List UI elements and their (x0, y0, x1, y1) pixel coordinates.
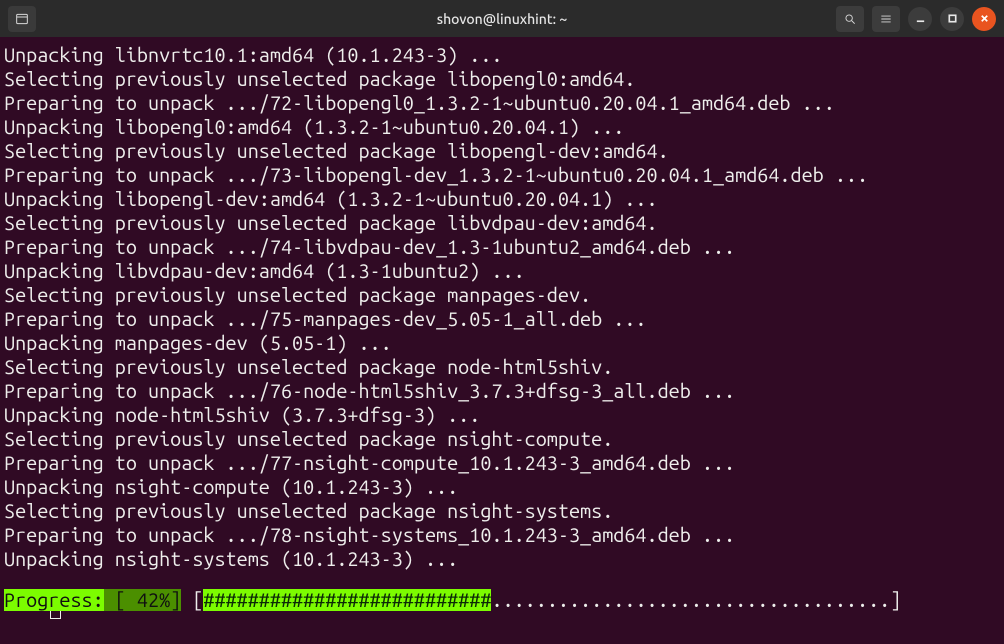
close-button[interactable] (972, 7, 996, 31)
terminal-line: Preparing to unpack .../72-libopengl0_1.… (4, 91, 1000, 115)
apt-progress-bar: Progress: [ 42%] [######################… (4, 564, 1000, 636)
terminal-line: Selecting previously unselected package … (4, 499, 1000, 523)
close-icon (979, 13, 990, 24)
minimize-icon (915, 13, 926, 24)
terminal-line: Selecting previously unselected package … (4, 139, 1000, 163)
terminal-line: Unpacking nsight-compute (10.1.243-3) ..… (4, 475, 1000, 499)
terminal-line: Preparing to unpack .../76-node-html5shi… (4, 379, 1000, 403)
maximize-icon (947, 13, 958, 24)
terminal-viewport[interactable]: Unpacking libnvrtc10.1:amd64 (10.1.243-3… (0, 37, 1004, 644)
search-button[interactable] (836, 6, 864, 32)
terminal-line: Unpacking manpages-dev (5.05-1) ... (4, 331, 1000, 355)
terminal-line: Selecting previously unselected package … (4, 67, 1000, 91)
progress-bar-open: [ (181, 589, 203, 611)
terminal-line: Selecting previously unselected package … (4, 211, 1000, 235)
minimize-button[interactable] (908, 7, 932, 31)
progress-percent: [ 42%] (104, 589, 182, 611)
terminal-line: Selecting previously unselected package … (4, 283, 1000, 307)
terminal-tab-icon (14, 11, 30, 27)
terminal-line: Preparing to unpack .../73-libopengl-dev… (4, 163, 1000, 187)
terminal-line: Preparing to unpack .../74-libvdpau-dev_… (4, 235, 1000, 259)
progress-label: Progress: (4, 589, 104, 611)
terminal-line: Unpacking libnvrtc10.1:amd64 (10.1.243-3… (4, 43, 1000, 67)
new-tab-button[interactable] (8, 6, 36, 32)
terminal-line: Selecting previously unselected package … (4, 355, 1000, 379)
search-icon (843, 12, 857, 26)
terminal-line: Unpacking libopengl0:amd64 (1.3.2-1~ubun… (4, 115, 1000, 139)
progress-bar-fill: ########################## (203, 589, 491, 611)
progress-bar-empty: .................................... (491, 589, 890, 611)
terminal-line: Preparing to unpack .../75-manpages-dev_… (4, 307, 1000, 331)
progress-bar-close: ] (890, 589, 912, 611)
terminal-line: Unpacking libvdpau-dev:amd64 (1.3-1ubunt… (4, 259, 1000, 283)
terminal-line: Unpacking node-html5shiv (3.7.3+dfsg-3) … (4, 403, 1000, 427)
window-titlebar: shovon@linuxhint: ~ (0, 0, 1004, 37)
terminal-line: Preparing to unpack .../77-nsight-comput… (4, 451, 1000, 475)
hamburger-menu-button[interactable] (872, 6, 900, 32)
terminal-line: Unpacking libopengl-dev:amd64 (1.3.2-1~u… (4, 187, 1000, 211)
hamburger-icon (879, 12, 893, 26)
titlebar-right-controls (836, 6, 996, 32)
maximize-button[interactable] (940, 7, 964, 31)
terminal-line: Preparing to unpack .../78-nsight-system… (4, 523, 1000, 547)
terminal-line: Selecting previously unselected package … (4, 427, 1000, 451)
